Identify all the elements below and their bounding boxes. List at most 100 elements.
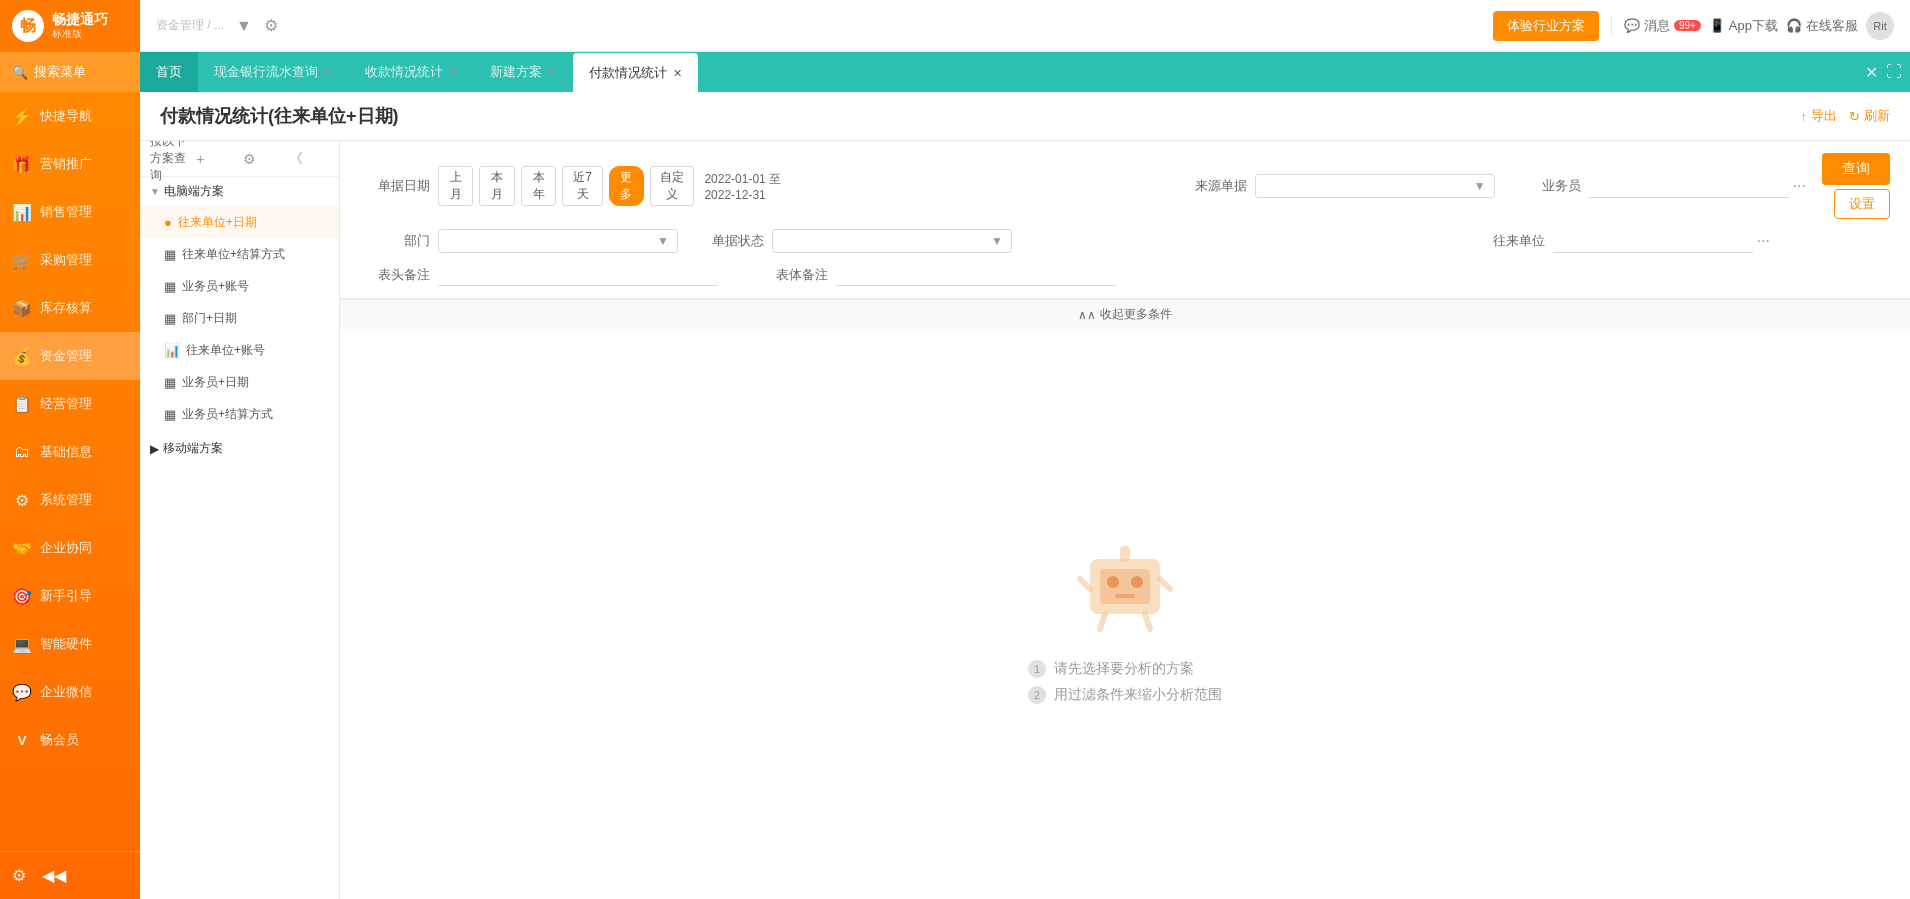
- enterprise-icon: 🤝: [12, 538, 32, 558]
- scheme-item-staff-date[interactable]: ▦ 业务员+日期: [140, 366, 339, 398]
- doc-status-select-arrow: ▼: [991, 234, 1003, 248]
- online-service-action[interactable]: 🎧 在线客服: [1786, 17, 1858, 35]
- table-head-note-input[interactable]: [438, 263, 718, 286]
- staff-input[interactable]: [1589, 175, 1789, 198]
- scheme-item-icon-unit-payment: ▦: [164, 247, 176, 262]
- date-btn-custom[interactable]: 自定义: [650, 166, 694, 206]
- tab-bank-flow-label: 现金银行流水查询: [214, 63, 318, 81]
- sidebar-item-newguide[interactable]: 🎯 新手引导: [0, 572, 140, 620]
- trial-button[interactable]: 体验行业方案: [1493, 11, 1599, 41]
- mobile-section-label: 移动端方案: [163, 440, 223, 457]
- collapse-more-btn[interactable]: ∧∧ 收起更多条件: [340, 299, 1910, 329]
- breadcrumb-path: 资金管理 / ...: [156, 17, 224, 34]
- scheme-collapse-icon[interactable]: 《: [289, 150, 329, 168]
- tab-close-all-icon[interactable]: ✕: [1865, 63, 1878, 82]
- tab-home[interactable]: 首页: [140, 52, 198, 92]
- scheme-item-staff-account[interactable]: ▦ 业务员+账号: [140, 270, 339, 302]
- filter-area: 单据日期 上月 本月 本年 近7天 更多 自定义 2022-01-01 至 20…: [340, 141, 1910, 899]
- search-menu[interactable]: 🔍 搜索菜单: [0, 52, 140, 92]
- filter-actions: 查询 设置: [1822, 153, 1890, 219]
- sidebar-item-marketing[interactable]: 🎁 营销推广: [0, 140, 140, 188]
- source-select[interactable]: ▼: [1255, 174, 1495, 198]
- tab-maximize-icon[interactable]: ⛶: [1886, 63, 1902, 81]
- tab-collection-close[interactable]: ✕: [449, 66, 458, 79]
- staff-dots[interactable]: ···: [1793, 177, 1806, 195]
- pc-section-title[interactable]: ▼ 电脑端方案: [140, 177, 339, 206]
- scheme-item-label-staff-date: 业务员+日期: [182, 374, 249, 391]
- scheme-add-icon[interactable]: +: [196, 151, 236, 167]
- sidebar-item-sales[interactable]: 📊 销售管理: [0, 188, 140, 236]
- tab-new-scheme-label: 新建方案: [490, 63, 542, 81]
- tab-new-scheme[interactable]: 新建方案 ✕: [474, 52, 573, 92]
- scheme-item-staff-payment[interactable]: ▦ 业务员+结算方式: [140, 398, 339, 430]
- tab-bank-flow-close[interactable]: ✕: [324, 66, 333, 79]
- app-download-action[interactable]: 📱 App下载: [1709, 17, 1778, 35]
- tab-payment-stats[interactable]: 付款情况统计 ✕: [573, 53, 698, 93]
- related-unit-dots[interactable]: ···: [1757, 232, 1770, 250]
- date-btn-more[interactable]: 更多: [609, 166, 644, 206]
- header-expand-icon[interactable]: ▼: [236, 17, 252, 35]
- mobile-section-title[interactable]: ▶ 移动端方案: [140, 434, 339, 463]
- settings-button[interactable]: 设置: [1834, 189, 1890, 219]
- header-settings-icon[interactable]: ⚙: [264, 16, 278, 35]
- tip-num-2: 2: [1028, 686, 1046, 704]
- dept-select[interactable]: ▼: [438, 229, 678, 253]
- purchase-icon: 🛒: [12, 250, 32, 270]
- sidebar-item-enterprise[interactable]: 🤝 企业协同: [0, 524, 140, 572]
- scheme-item-label-unit-account: 往来单位+账号: [186, 342, 265, 359]
- tab-new-scheme-close[interactable]: ✕: [548, 66, 557, 79]
- user-avatar[interactable]: Rit: [1866, 12, 1894, 40]
- tip-num-1: 1: [1028, 660, 1046, 678]
- sidebar-item-system[interactable]: ⚙ 系统管理: [0, 476, 140, 524]
- tip-text-2: 用过滤条件来缩小分析范围: [1054, 686, 1222, 704]
- tab-bank-flow[interactable]: 现金银行流水查询 ✕: [198, 52, 349, 92]
- svg-rect-5: [1120, 546, 1130, 562]
- sidebar-item-label: 畅会员: [40, 731, 79, 749]
- sidebar-item-label: 智能硬件: [40, 635, 92, 653]
- tab-collection[interactable]: 收款情况统计 ✕: [349, 52, 474, 92]
- tab-payment-stats-close[interactable]: ✕: [673, 67, 682, 80]
- sidebar-item-operation[interactable]: 📋 经营管理: [0, 380, 140, 428]
- messages-action[interactable]: 💬 消息 99+: [1624, 17, 1701, 35]
- sidebar-item-wechat[interactable]: 💬 企业微信: [0, 668, 140, 716]
- svg-rect-4: [1115, 594, 1135, 598]
- logo-text: 畅捷通巧 标准版: [52, 11, 108, 42]
- query-button[interactable]: 查询: [1822, 153, 1890, 185]
- date-btn-last-month[interactable]: 上月: [438, 166, 473, 206]
- scheme-item-unit-payment[interactable]: ▦ 往来单位+结算方式: [140, 238, 339, 270]
- doc-status-select[interactable]: ▼: [772, 229, 1012, 253]
- sidebar-item-finance[interactable]: 💰 资金管理: [0, 332, 140, 380]
- online-service-label: 在线客服: [1806, 17, 1858, 35]
- collapse-sidebar-icon[interactable]: ◀◀: [42, 866, 66, 885]
- sidebar-item-purchase[interactable]: 🛒 采购管理: [0, 236, 140, 284]
- dept-label: 部门: [360, 232, 430, 250]
- finance-icon: 💰: [12, 346, 32, 366]
- settings-bottom-icon[interactable]: ⚙: [12, 866, 26, 885]
- date-btn-this-month[interactable]: 本月: [479, 166, 514, 206]
- scheme-item-icon-staff-payment: ▦: [164, 407, 176, 422]
- related-unit-input[interactable]: [1553, 230, 1753, 253]
- sidebar-item-quick-nav[interactable]: ⚡ 快捷导航: [0, 92, 140, 140]
- tab-home-label: 首页: [156, 63, 182, 81]
- table-body-note-input[interactable]: [836, 263, 1116, 286]
- body-layout: 按以下方案查询 + ⚙ 《 ▼ 电脑端方案 ● 往来单位+日期 ▦: [140, 141, 1910, 899]
- date-btn-this-year[interactable]: 本年: [521, 166, 556, 206]
- mobile-section-arrow: ▶: [150, 442, 159, 456]
- scheme-item-unit-account[interactable]: 📊 往来单位+账号: [140, 334, 339, 366]
- scheme-item-dept-date[interactable]: ▦ 部门+日期: [140, 302, 339, 334]
- date-btn-7days[interactable]: 近7天: [562, 166, 602, 206]
- sidebar-item-hardware[interactable]: 💻 智能硬件: [0, 620, 140, 668]
- tab-bar: 首页 现金银行流水查询 ✕ 收款情况统计 ✕ 新建方案 ✕ 付款情况统计 ✕ ✕…: [140, 52, 1910, 92]
- app-download-label: App下载: [1729, 17, 1778, 35]
- refresh-button[interactable]: ↻ 刷新: [1849, 107, 1890, 125]
- svg-line-7: [1160, 579, 1170, 589]
- sidebar-item-basic[interactable]: 🗂 基础信息: [0, 428, 140, 476]
- scheme-settings-icon[interactable]: ⚙: [243, 151, 283, 167]
- sidebar-item-inventory[interactable]: 📦 库存核算: [0, 284, 140, 332]
- member-icon: V: [12, 730, 32, 750]
- scheme-item-unit-date[interactable]: ● 往来单位+日期: [140, 206, 339, 238]
- filter-row-3: 表头备注 表体备注: [360, 263, 1890, 286]
- export-button[interactable]: ↑ 导出: [1801, 107, 1838, 125]
- sidebar-item-member[interactable]: V 畅会员: [0, 716, 140, 764]
- sidebar-item-label: 系统管理: [40, 491, 92, 509]
